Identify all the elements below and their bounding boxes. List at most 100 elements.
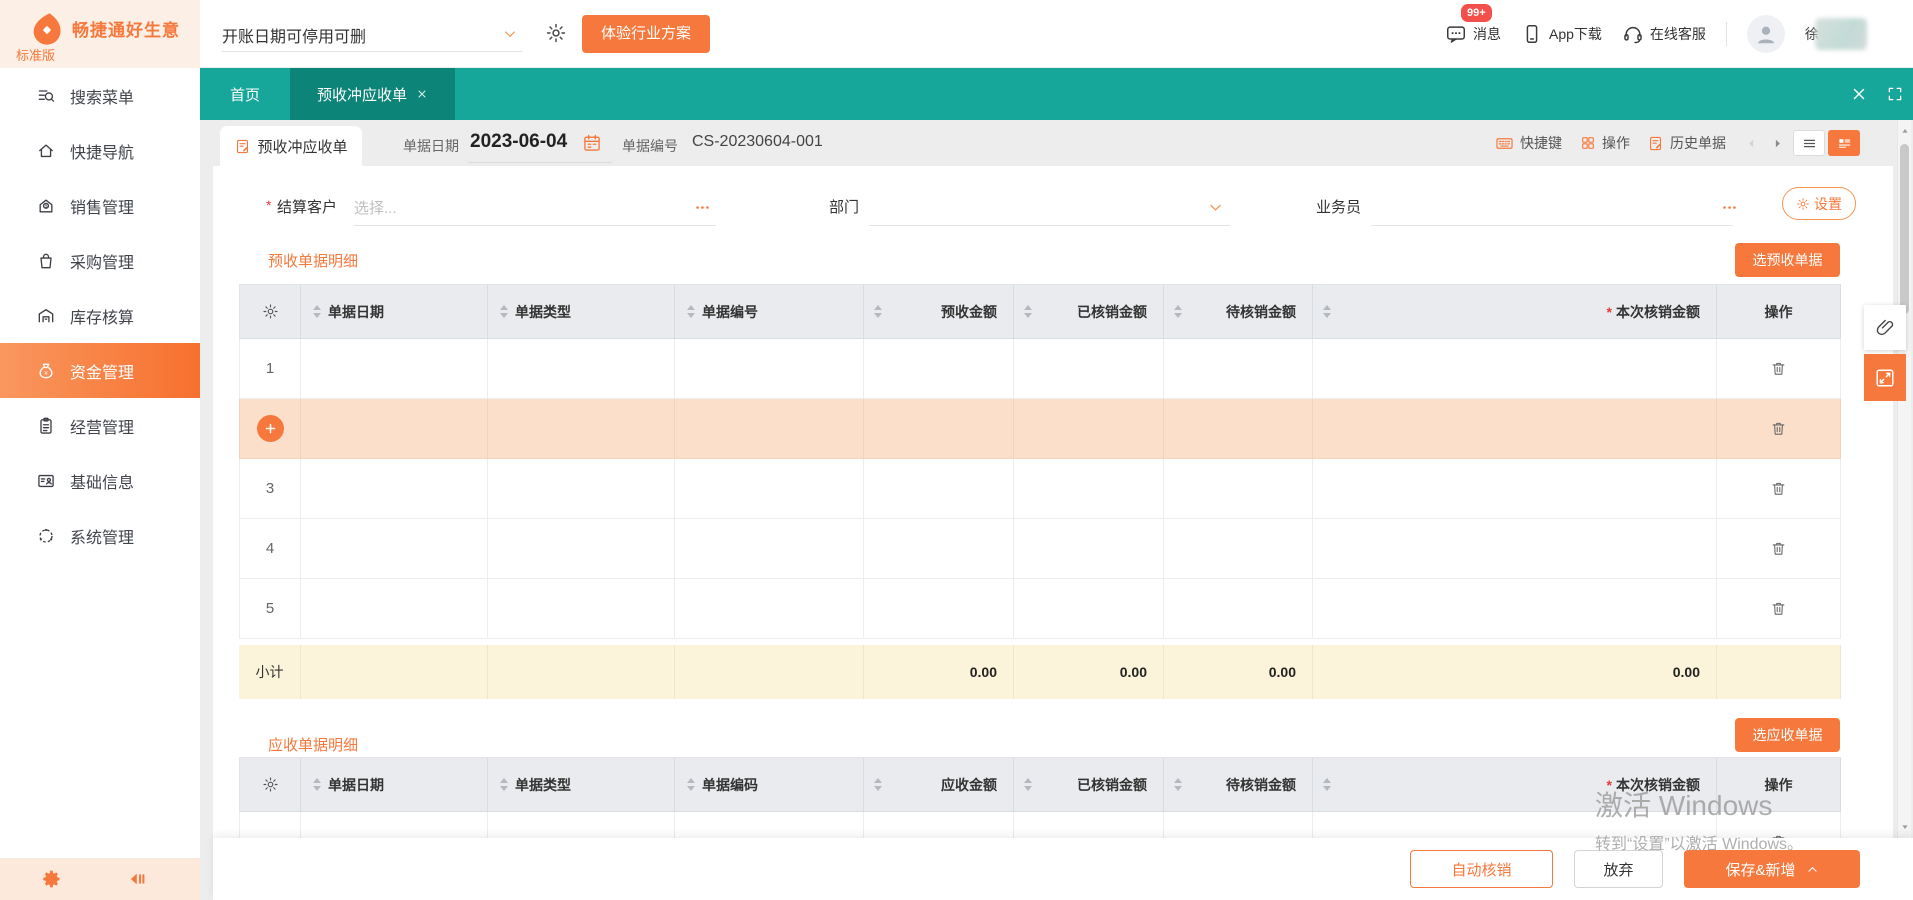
sort-icons[interactable]	[1024, 305, 1032, 318]
sort-icons[interactable]	[313, 778, 321, 791]
sort-icons[interactable]	[687, 305, 695, 318]
chevron-down-icon[interactable]	[1207, 199, 1224, 216]
account-set-dropdown[interactable]: 开账日期可停用可删	[222, 0, 522, 68]
collapse-sidebar-icon[interactable]	[128, 869, 148, 889]
sort-icons[interactable]	[1174, 305, 1182, 318]
close-tab-icon[interactable]	[416, 88, 428, 100]
field-settings-button[interactable]: 设置	[1782, 187, 1856, 220]
scrollbar-thumb[interactable]	[1900, 144, 1909, 314]
col-doc-type[interactable]: 单据类型	[488, 757, 675, 812]
operate-menu-button[interactable]: 操作	[1580, 120, 1630, 166]
sort-icons[interactable]	[500, 305, 508, 318]
col-writtenoff-amount[interactable]: 已核销金额	[1014, 757, 1164, 812]
table-row[interactable]: 4	[239, 519, 1841, 579]
col-doc-type[interactable]: 单据类型	[488, 284, 675, 339]
col-doc-date[interactable]: 单据日期	[301, 284, 488, 339]
gear-icon[interactable]	[262, 303, 279, 320]
sidebar-item-search-menu[interactable]: 搜索菜单	[0, 68, 200, 123]
sort-icons[interactable]	[313, 305, 321, 318]
sidebar-item-inventory[interactable]: 库存核算	[0, 288, 200, 343]
clipboard-icon	[36, 416, 56, 436]
customer-placeholder[interactable]: 选择...	[354, 197, 397, 218]
tab-prepay-writeoff[interactable]: 预收冲应收单	[290, 68, 455, 120]
close-icon[interactable]	[1850, 85, 1868, 103]
shopping-bag-icon	[36, 251, 56, 271]
history-docs-button[interactable]: 历史单据	[1647, 120, 1726, 166]
attachment-button[interactable]	[1864, 305, 1906, 350]
app-download-button[interactable]: App下载	[1521, 23, 1602, 45]
sidebar-item-purchase[interactable]: 采购管理	[0, 233, 200, 288]
sort-icons[interactable]	[874, 778, 882, 791]
gear-icon[interactable]	[262, 776, 279, 793]
delete-row-button[interactable]	[1770, 600, 1787, 617]
col-doc-code[interactable]: 单据编码	[675, 757, 864, 812]
col-prepay-amount[interactable]: 预收金额	[864, 284, 1014, 339]
delete-row-button[interactable]	[1770, 480, 1787, 497]
delete-row-button[interactable]	[1770, 360, 1787, 377]
add-row-button[interactable]	[257, 415, 284, 442]
trial-solution-button[interactable]: 体验行业方案	[582, 15, 710, 53]
scroll-down-icon[interactable]	[1901, 823, 1909, 831]
calendar-icon[interactable]	[582, 133, 602, 153]
fullscreen-icon[interactable]	[1886, 85, 1904, 103]
messages-button[interactable]: 消息 99+	[1445, 23, 1501, 45]
sort-icons[interactable]	[1323, 305, 1331, 318]
col-doc-no[interactable]: 单据编号	[675, 284, 864, 339]
sort-icons[interactable]	[874, 305, 882, 318]
select-receivable-docs-button[interactable]: 选应收单据	[1735, 718, 1840, 752]
sort-icons[interactable]	[500, 778, 508, 791]
cancel-button[interactable]: 放弃	[1574, 850, 1663, 888]
expand-panel-button[interactable]	[1864, 354, 1906, 401]
sort-icons[interactable]	[687, 778, 695, 791]
sidebar-item-sales[interactable]: 销售管理	[0, 178, 200, 233]
col-current-writeoff[interactable]: *本次核销金额	[1313, 284, 1717, 339]
tab-home[interactable]: 首页	[200, 68, 290, 120]
prev-doc-icon[interactable]	[1745, 137, 1758, 150]
col-pending-amount[interactable]: 待核销金额	[1164, 284, 1313, 339]
document-tab[interactable]: 预收冲应收单	[220, 126, 362, 166]
col-current-writeoff[interactable]: *本次核销金额	[1313, 757, 1717, 812]
gear-icon[interactable]	[545, 22, 567, 44]
ellipsis-icon[interactable]	[694, 199, 711, 216]
sidebar-item-base-info[interactable]: 基础信息	[0, 453, 200, 508]
delete-row-button[interactable]	[1770, 420, 1787, 437]
vertical-scrollbar[interactable]	[1897, 120, 1911, 838]
ellipsis-icon[interactable]	[1721, 199, 1738, 216]
table-row[interactable]: 5	[239, 579, 1841, 639]
sort-icons[interactable]	[1174, 778, 1182, 791]
table-row-highlighted[interactable]	[239, 399, 1841, 459]
next-doc-icon[interactable]	[1771, 137, 1784, 150]
table-row[interactable]: 3	[239, 459, 1841, 519]
sidebar-item-system[interactable]: 系统管理	[0, 508, 200, 563]
brand-name: 畅捷通好生意	[72, 16, 180, 41]
save-and-new-button[interactable]: 保存&新增	[1684, 850, 1860, 888]
col-receivable-amount[interactable]: 应收金额	[864, 757, 1014, 812]
col-pending-amount[interactable]: 待核销金额	[1164, 757, 1313, 812]
sidebar-item-quick-nav[interactable]: 快捷导航	[0, 123, 200, 178]
date-value[interactable]: 2023-06-04	[470, 131, 567, 153]
list-view-toggle[interactable]	[1793, 130, 1825, 156]
select-prepay-docs-button[interactable]: 选预收单据	[1735, 243, 1840, 277]
user-name[interactable]: 徐	[1805, 18, 1867, 50]
brand-block: 畅捷通好生意 标准版	[0, 0, 200, 68]
sort-icons[interactable]	[1323, 778, 1331, 791]
delete-row-button[interactable]	[1770, 540, 1787, 557]
sidebar-item-funds[interactable]: 资金管理	[0, 343, 200, 398]
table-row[interactable]	[239, 812, 1841, 838]
sidebar-item-operations[interactable]: 经营管理	[0, 398, 200, 453]
col-doc-date[interactable]: 单据日期	[301, 757, 488, 812]
settings-gear-icon[interactable]	[42, 869, 62, 889]
auto-writeoff-button[interactable]: 自动核销	[1410, 850, 1553, 888]
card-view-toggle[interactable]	[1828, 130, 1860, 156]
table-row[interactable]: 1	[239, 339, 1841, 399]
home-icon	[36, 141, 56, 161]
document-title: 预收冲应收单	[257, 136, 347, 157]
scroll-up-icon[interactable]	[1901, 127, 1909, 135]
shortcut-keys-button[interactable]: 快捷键	[1495, 120, 1562, 166]
avatar[interactable]	[1747, 15, 1785, 53]
online-service-button[interactable]: 在线客服	[1622, 23, 1706, 45]
messages-label: 消息	[1473, 24, 1501, 44]
col-writtenoff-amount[interactable]: 已核销金额	[1014, 284, 1164, 339]
chevron-down-icon	[502, 26, 518, 42]
sort-icons[interactable]	[1024, 778, 1032, 791]
